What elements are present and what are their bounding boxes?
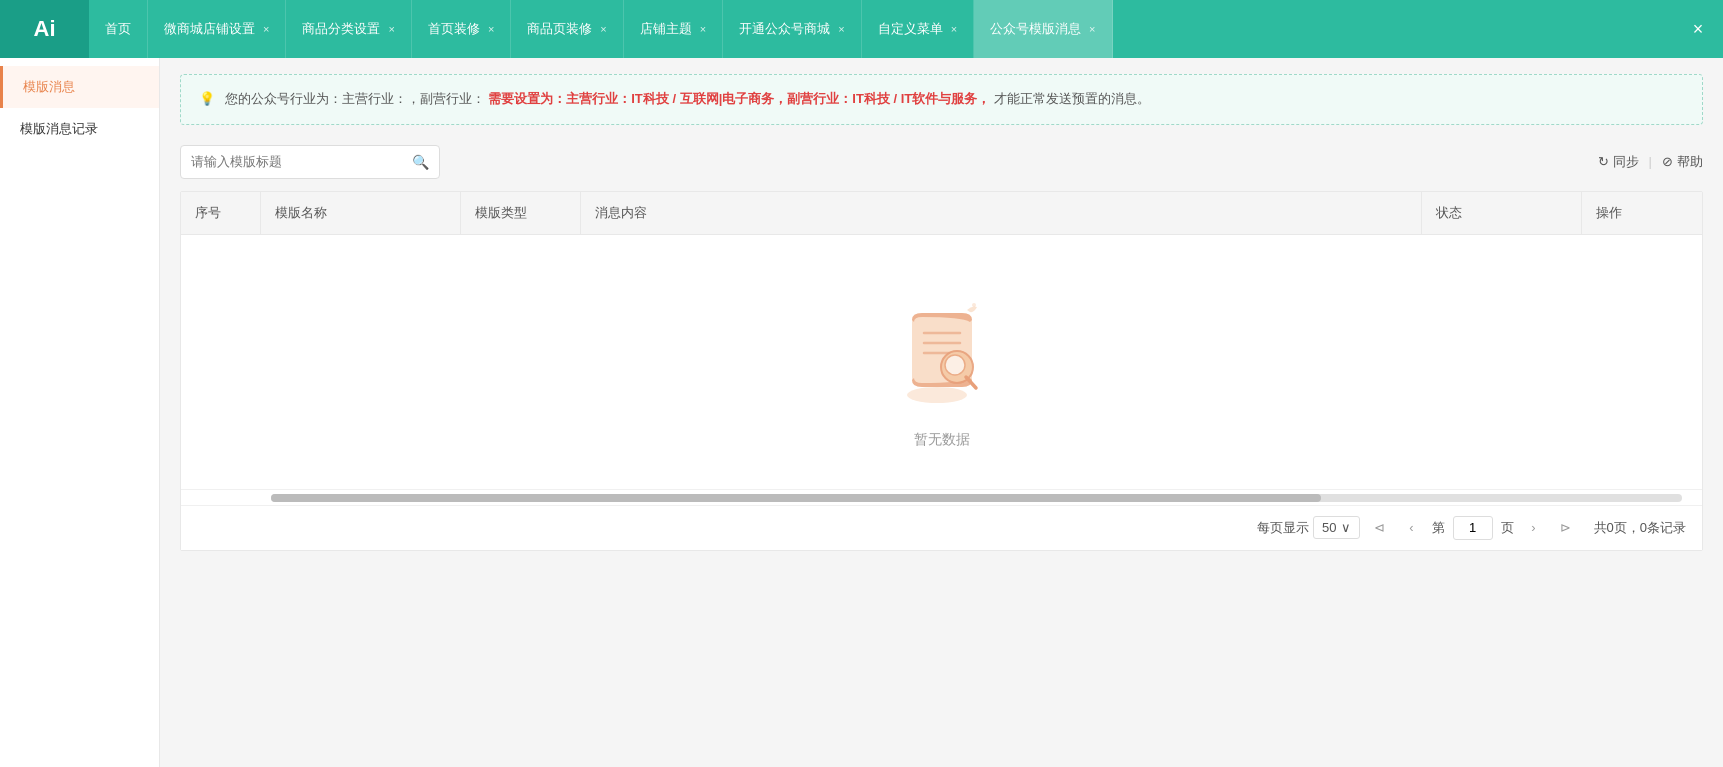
- search-icon[interactable]: 🔍: [412, 154, 429, 170]
- svg-point-0: [907, 387, 967, 403]
- page-size-select: 每页显示 50 ∨: [1257, 516, 1359, 539]
- pagination: 每页显示 50 ∨ ⊲ ‹ 第 页 › ⊳ 共0页，0条记录: [181, 505, 1702, 550]
- content-area: 💡 您的公众号行业为：主营行业：，副营行业： 需要设置为：主营行业：IT科技 /…: [160, 58, 1723, 767]
- nav-tab[interactable]: 首页装修×: [412, 0, 511, 58]
- search-input-wrap[interactable]: 🔍: [180, 145, 440, 179]
- help-icon: ⊘: [1662, 154, 1673, 169]
- notice-text-after: 才能正常发送预置的消息。: [994, 91, 1150, 106]
- sidebar: 模版消息模版消息记录: [0, 58, 160, 767]
- page-prefix: 第: [1432, 519, 1445, 537]
- search-actions: ↻ 同步 | ⊘ 帮助: [1598, 153, 1703, 171]
- empty-state: 暂无数据: [181, 235, 1702, 489]
- table-header: 序号 模版名称 模版类型 消息内容 状态 操作: [181, 192, 1702, 235]
- table-wrap: 序号 模版名称 模版类型 消息内容 状态 操作: [180, 191, 1703, 551]
- tab-close-icon[interactable]: ×: [263, 23, 269, 35]
- tab-close-icon[interactable]: ×: [951, 23, 957, 35]
- nav-tab[interactable]: 店铺主题×: [624, 0, 723, 58]
- nav-tab[interactable]: 商品页装修×: [511, 0, 623, 58]
- divider: |: [1649, 154, 1652, 169]
- sync-label: 同步: [1613, 153, 1639, 171]
- notice-box: 💡 您的公众号行业为：主营行业：，副营行业： 需要设置为：主营行业：IT科技 /…: [180, 74, 1703, 125]
- prev-page-button[interactable]: ‹: [1400, 516, 1424, 540]
- nav-tab[interactable]: 商品分类设置×: [286, 0, 411, 58]
- notice-icon: 💡: [199, 91, 215, 106]
- scrollbar-thumb[interactable]: [271, 494, 1321, 502]
- notice-highlight: 需要设置为：主营行业：IT科技 / 互联网|电子商务，副营行业：IT科技 / I…: [488, 91, 990, 106]
- top-nav: Ai 首页微商城店铺设置×商品分类设置×首页装修×商品页装修×店铺主题×开通公众…: [0, 0, 1723, 58]
- tab-close-icon[interactable]: ×: [838, 23, 844, 35]
- tab-close-icon[interactable]: ×: [600, 23, 606, 35]
- empty-illustration: [882, 295, 1002, 415]
- nav-tab[interactable]: 公众号模版消息×: [974, 0, 1112, 58]
- help-label: 帮助: [1677, 153, 1703, 171]
- tab-close-icon[interactable]: ×: [488, 23, 494, 35]
- nav-tabs: 首页微商城店铺设置×商品分类设置×首页装修×商品页装修×店铺主题×开通公众号商城…: [89, 0, 1673, 58]
- sidebar-item[interactable]: 模版消息: [0, 66, 159, 108]
- sidebar-item[interactable]: 模版消息记录: [0, 108, 159, 150]
- dropdown-arrow-icon: ∨: [1341, 520, 1351, 535]
- search-input[interactable]: [191, 154, 412, 169]
- nav-tab[interactable]: 微商城店铺设置×: [148, 0, 286, 58]
- help-button[interactable]: ⊘ 帮助: [1662, 153, 1703, 171]
- col-index: 序号: [181, 192, 261, 234]
- total-info: 共0页，0条记录: [1594, 519, 1686, 537]
- col-content: 消息内容: [581, 192, 1422, 234]
- svg-point-5: [945, 355, 965, 375]
- page-size-dropdown[interactable]: 50 ∨: [1313, 516, 1359, 539]
- search-bar: 🔍 ↻ 同步 | ⊘ 帮助: [180, 145, 1703, 179]
- last-page-button[interactable]: ⊳: [1554, 516, 1578, 540]
- nav-tab[interactable]: 首页: [89, 0, 148, 58]
- horizontal-scrollbar[interactable]: [181, 489, 1702, 505]
- sync-button[interactable]: ↻ 同步: [1598, 153, 1639, 171]
- sync-icon: ↻: [1598, 154, 1609, 169]
- close-all-button[interactable]: ×: [1673, 0, 1723, 58]
- first-page-button[interactable]: ⊲: [1368, 516, 1392, 540]
- col-type: 模版类型: [461, 192, 581, 234]
- col-name: 模版名称: [261, 192, 461, 234]
- page-number-input[interactable]: [1453, 516, 1493, 540]
- col-status: 状态: [1422, 192, 1582, 234]
- main-layout: 模版消息模版消息记录 💡 您的公众号行业为：主营行业：，副营行业： 需要设置为：…: [0, 58, 1723, 767]
- notice-text-before: 您的公众号行业为：主营行业：，副营行业：: [225, 91, 485, 106]
- nav-tab[interactable]: 自定义菜单×: [862, 0, 974, 58]
- page-size-label: 每页显示: [1257, 519, 1309, 537]
- page-size-value: 50: [1322, 520, 1336, 535]
- tab-close-icon[interactable]: ×: [388, 23, 394, 35]
- next-page-button[interactable]: ›: [1522, 516, 1546, 540]
- app-logo: Ai: [0, 0, 89, 58]
- empty-text: 暂无数据: [914, 431, 970, 449]
- tab-close-icon[interactable]: ×: [1089, 23, 1095, 35]
- tab-close-icon[interactable]: ×: [700, 23, 706, 35]
- svg-point-7: [972, 303, 976, 307]
- scrollbar-track: [271, 494, 1682, 502]
- col-action: 操作: [1582, 192, 1702, 234]
- nav-tab[interactable]: 开通公众号商城×: [723, 0, 861, 58]
- page-suffix: 页: [1501, 519, 1514, 537]
